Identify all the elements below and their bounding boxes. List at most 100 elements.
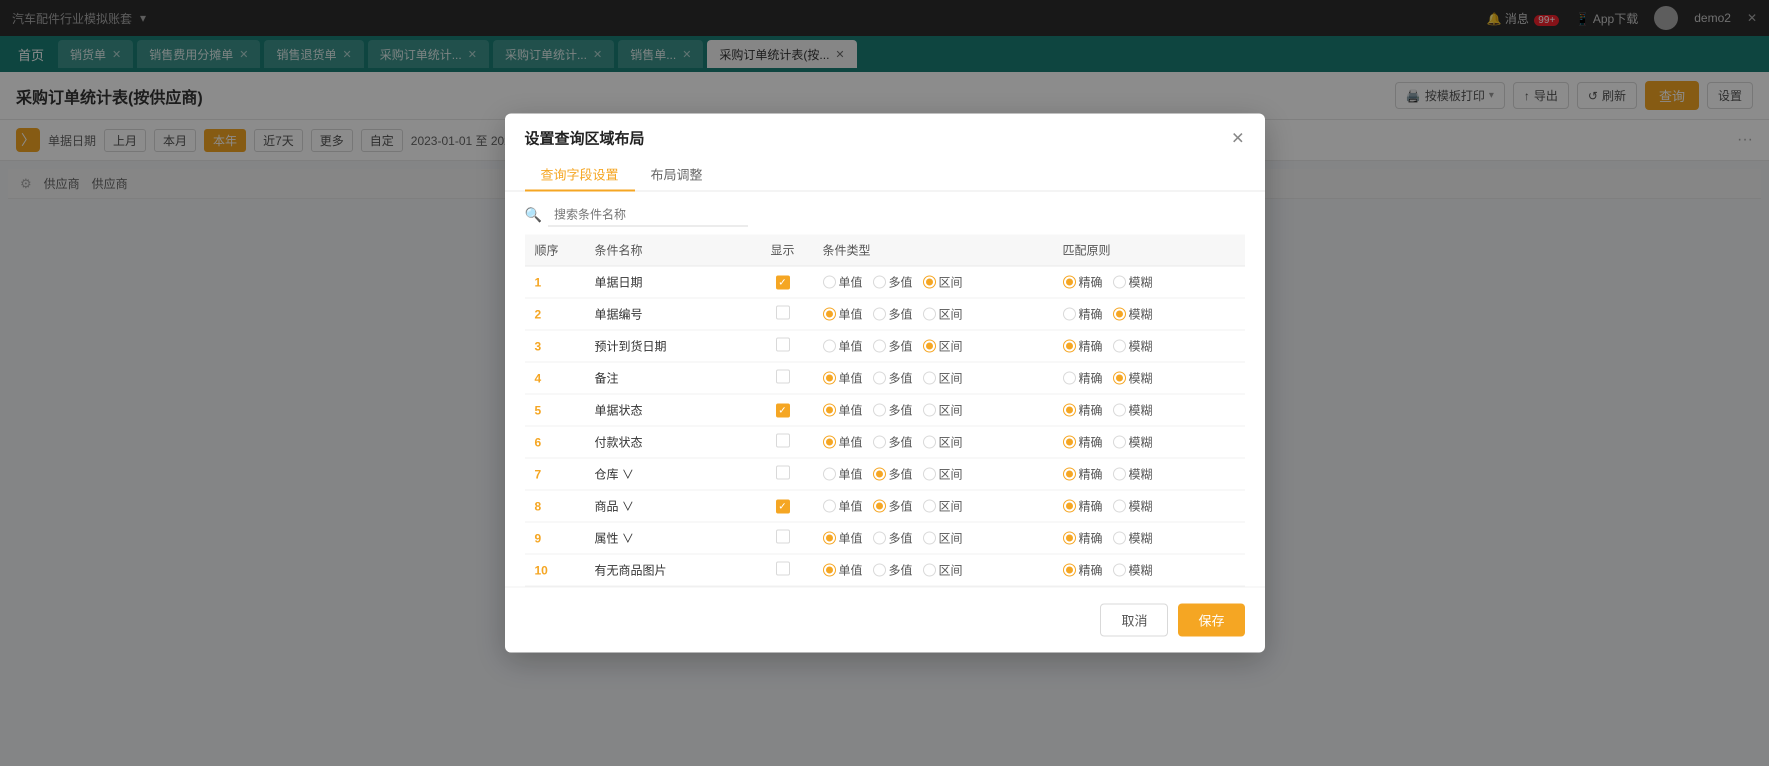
radio-fuzzy[interactable]: 模糊 [1113, 530, 1153, 547]
row-show-checkbox[interactable] [776, 530, 790, 544]
radio-range[interactable]: 区间 [923, 562, 963, 579]
radio-single-btn[interactable] [823, 436, 836, 449]
radio-fuzzy-btn[interactable] [1113, 500, 1126, 513]
radio-single-btn[interactable] [823, 404, 836, 417]
radio-fuzzy-btn[interactable] [1113, 468, 1126, 481]
radio-multi-btn[interactable] [873, 404, 886, 417]
radio-range[interactable]: 区间 [923, 402, 963, 419]
radio-single[interactable]: 单值 [823, 498, 863, 515]
radio-fuzzy-btn[interactable] [1113, 564, 1126, 577]
radio-exact-btn[interactable] [1063, 340, 1076, 353]
radio-single[interactable]: 单值 [823, 530, 863, 547]
radio-multi-btn[interactable] [873, 436, 886, 449]
radio-multi[interactable]: 多值 [873, 370, 913, 387]
radio-multi[interactable]: 多值 [873, 434, 913, 451]
dialog-tab-fields[interactable]: 查询字段设置 [525, 159, 635, 192]
radio-multi-btn[interactable] [873, 500, 886, 513]
radio-fuzzy-btn[interactable] [1113, 436, 1126, 449]
radio-fuzzy[interactable]: 模糊 [1113, 562, 1153, 579]
radio-single-btn[interactable] [823, 500, 836, 513]
radio-exact-btn[interactable] [1063, 564, 1076, 577]
radio-fuzzy[interactable]: 模糊 [1113, 434, 1153, 451]
row-show-checkbox[interactable] [776, 338, 790, 352]
row-show-checkbox[interactable] [776, 434, 790, 448]
radio-fuzzy[interactable]: 模糊 [1113, 274, 1153, 291]
radio-single-btn[interactable] [823, 308, 836, 321]
radio-fuzzy[interactable]: 模糊 [1113, 338, 1153, 355]
radio-multi-btn[interactable] [873, 532, 886, 545]
radio-single[interactable]: 单值 [823, 402, 863, 419]
row-show-checkbox[interactable]: ✓ [776, 404, 790, 418]
row-show-checkbox[interactable] [776, 306, 790, 320]
radio-range[interactable]: 区间 [923, 498, 963, 515]
radio-range[interactable]: 区间 [923, 466, 963, 483]
radio-multi[interactable]: 多值 [873, 466, 913, 483]
radio-exact[interactable]: 精确 [1063, 466, 1103, 483]
radio-single-btn[interactable] [823, 340, 836, 353]
radio-range[interactable]: 区间 [923, 370, 963, 387]
radio-exact-btn[interactable] [1063, 436, 1076, 449]
radio-fuzzy[interactable]: 模糊 [1113, 402, 1153, 419]
radio-fuzzy[interactable]: 模糊 [1113, 306, 1153, 323]
radio-range[interactable]: 区间 [923, 306, 963, 323]
row-show-checkbox[interactable]: ✓ [776, 276, 790, 290]
radio-multi-btn[interactable] [873, 468, 886, 481]
radio-range[interactable]: 区间 [923, 274, 963, 291]
radio-exact[interactable]: 精确 [1063, 498, 1103, 515]
row-show-checkbox[interactable] [776, 562, 790, 576]
radio-fuzzy-btn[interactable] [1113, 404, 1126, 417]
dialog-tab-layout[interactable]: 布局调整 [635, 159, 719, 192]
radio-range[interactable]: 区间 [923, 338, 963, 355]
radio-exact[interactable]: 精确 [1063, 306, 1103, 323]
radio-multi[interactable]: 多值 [873, 338, 913, 355]
radio-multi-btn[interactable] [873, 276, 886, 289]
radio-fuzzy-btn[interactable] [1113, 276, 1126, 289]
row-show-checkbox[interactable]: ✓ [776, 500, 790, 514]
radio-multi[interactable]: 多值 [873, 274, 913, 291]
radio-range-btn[interactable] [923, 372, 936, 385]
row-show-checkbox[interactable] [776, 466, 790, 480]
radio-multi-btn[interactable] [873, 308, 886, 321]
radio-range-btn[interactable] [923, 340, 936, 353]
radio-fuzzy-btn[interactable] [1113, 340, 1126, 353]
radio-exact[interactable]: 精确 [1063, 274, 1103, 291]
radio-exact-btn[interactable] [1063, 276, 1076, 289]
radio-single-btn[interactable] [823, 532, 836, 545]
radio-range-btn[interactable] [923, 532, 936, 545]
radio-range-btn[interactable] [923, 276, 936, 289]
radio-exact-btn[interactable] [1063, 308, 1076, 321]
radio-range-btn[interactable] [923, 308, 936, 321]
radio-exact[interactable]: 精确 [1063, 530, 1103, 547]
radio-exact-btn[interactable] [1063, 372, 1076, 385]
radio-single-btn[interactable] [823, 276, 836, 289]
radio-exact[interactable]: 精确 [1063, 562, 1103, 579]
radio-range-btn[interactable] [923, 436, 936, 449]
radio-single-btn[interactable] [823, 372, 836, 385]
radio-exact-btn[interactable] [1063, 532, 1076, 545]
row-show-checkbox[interactable] [776, 370, 790, 384]
radio-multi-btn[interactable] [873, 564, 886, 577]
radio-single-btn[interactable] [823, 564, 836, 577]
radio-exact-btn[interactable] [1063, 404, 1076, 417]
radio-exact-btn[interactable] [1063, 468, 1076, 481]
radio-multi[interactable]: 多值 [873, 562, 913, 579]
dialog-close-btn[interactable]: ✕ [1231, 128, 1244, 148]
radio-exact[interactable]: 精确 [1063, 402, 1103, 419]
radio-fuzzy[interactable]: 模糊 [1113, 498, 1153, 515]
search-input[interactable] [548, 204, 748, 227]
radio-exact[interactable]: 精确 [1063, 434, 1103, 451]
radio-multi[interactable]: 多值 [873, 498, 913, 515]
radio-single[interactable]: 单值 [823, 562, 863, 579]
radio-range-btn[interactable] [923, 500, 936, 513]
radio-range[interactable]: 区间 [923, 530, 963, 547]
radio-multi[interactable]: 多值 [873, 402, 913, 419]
radio-multi[interactable]: 多值 [873, 530, 913, 547]
radio-exact[interactable]: 精确 [1063, 338, 1103, 355]
radio-multi[interactable]: 多值 [873, 306, 913, 323]
radio-fuzzy-btn[interactable] [1113, 532, 1126, 545]
cancel-btn[interactable]: 取消 [1100, 604, 1168, 637]
radio-exact[interactable]: 精确 [1063, 370, 1103, 387]
radio-single[interactable]: 单值 [823, 466, 863, 483]
radio-single[interactable]: 单值 [823, 338, 863, 355]
radio-single[interactable]: 单值 [823, 274, 863, 291]
